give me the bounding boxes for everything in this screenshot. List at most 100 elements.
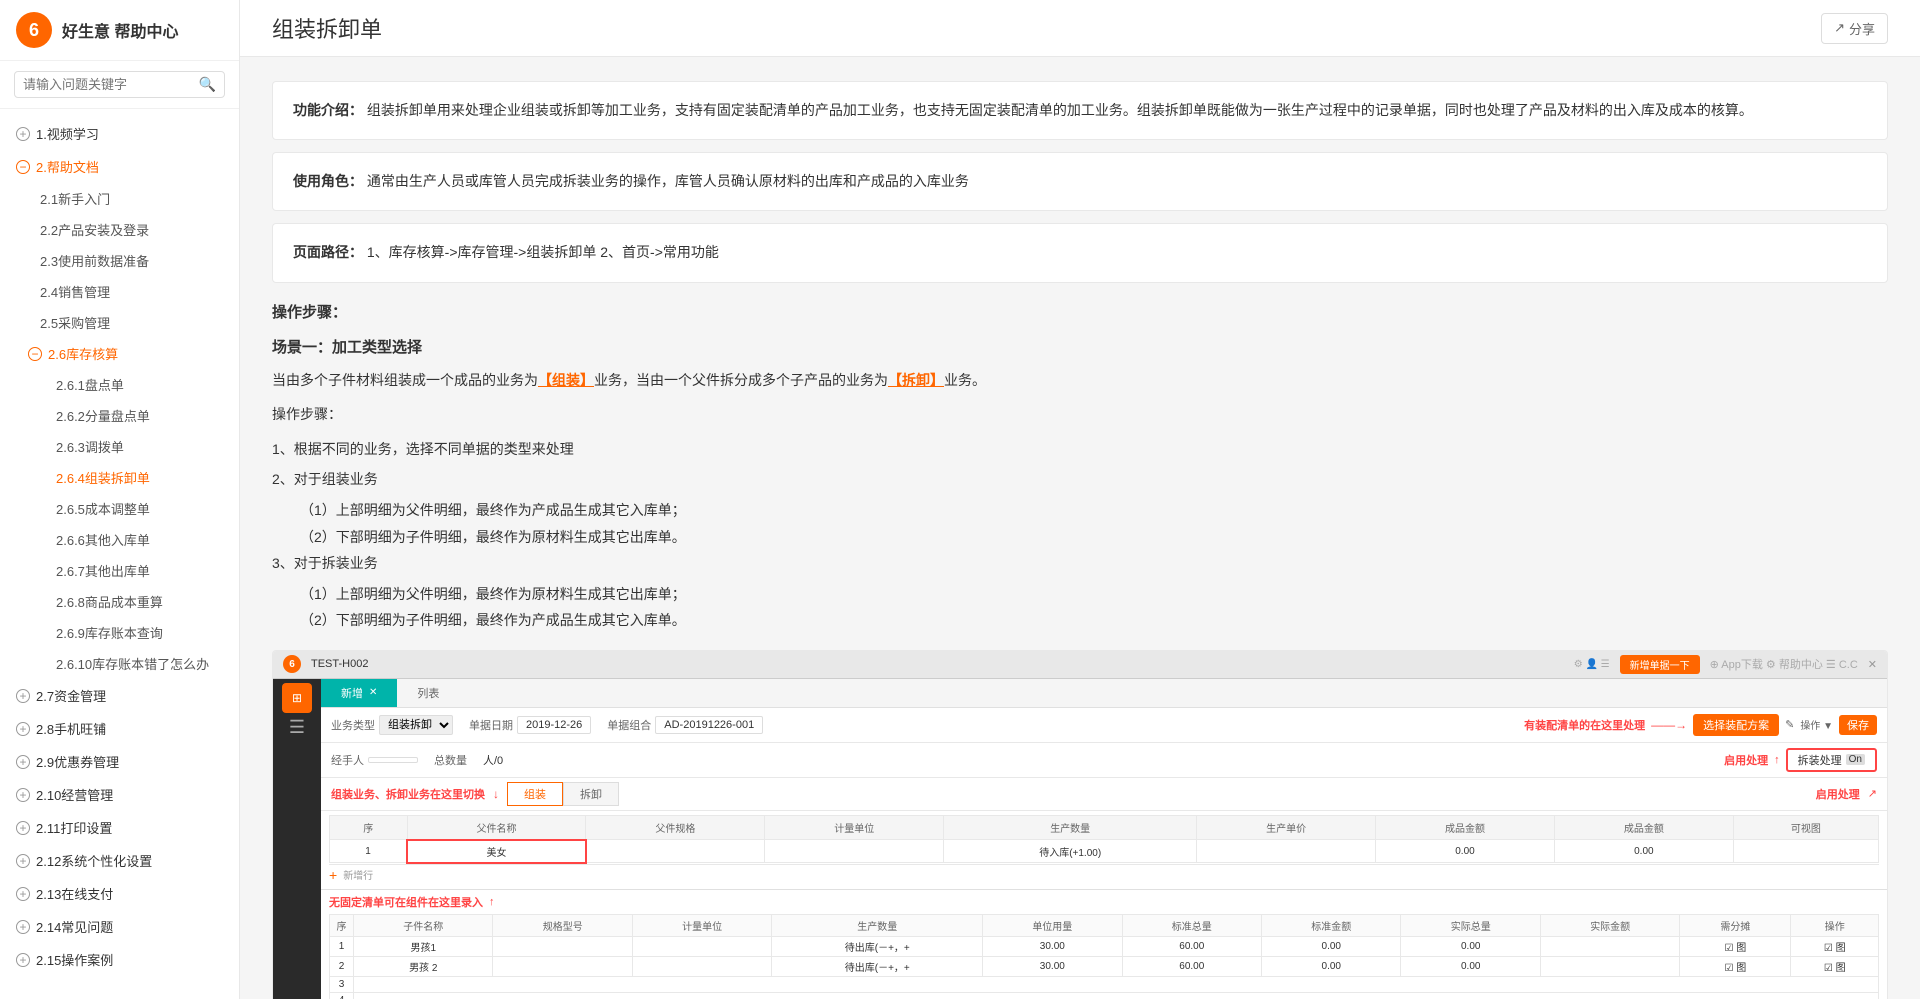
annotation3b: 启用处理 — [1816, 786, 1860, 802]
th-parent-name: 父件名称 — [407, 815, 586, 840]
sidebar-subitem-install[interactable]: 2.2产品安装及登录 — [0, 214, 239, 245]
tab-close[interactable]: ✕ — [369, 687, 377, 698]
logo-icon: 6 — [16, 12, 52, 48]
qty-value: 人/0 — [483, 752, 503, 768]
sub-td-act: ☑ 图 — [1791, 956, 1879, 976]
sidebar-subitem-purchase[interactable]: 2.5采购管理 — [0, 307, 239, 338]
td-seq: 1 — [330, 840, 408, 863]
sidebar-item-label: 1.视频学习 — [36, 124, 99, 143]
sidebar-sub2-transfer[interactable]: 2.6.3调拨单 — [0, 431, 239, 462]
sidebar-item-video[interactable]: + 1.视频学习 — [0, 117, 239, 150]
sub-th-share: 需分摊 — [1680, 914, 1791, 936]
sub-table-row-empty: 3 — [330, 976, 1879, 992]
app-sidebar-nav: ⊞ ☰ 新增 ✕ 列表 — [273, 679, 1887, 999]
label: 2.6.5成本调整单 — [56, 499, 150, 518]
sidebar-sub2-stockquery[interactable]: 2.6.9库存账本查询 — [0, 617, 239, 648]
sidebar-item-custom[interactable]: + 2.12系统个性化设置 — [0, 844, 239, 877]
sidebar-subitem-sales[interactable]: 2.4销售管理 — [0, 276, 239, 307]
sub-table-area: 无固定清单可在组件在这里录入 ↑ 序 子件名称 规格型号 计量单位 — [321, 889, 1887, 999]
new-btn[interactable]: 新增单据一下 — [1620, 655, 1700, 674]
arrow-down: ↓ — [493, 787, 499, 801]
person-label: 经手人 — [331, 752, 364, 768]
sub-td-acttotal: 0.00 — [1401, 936, 1540, 956]
menu-icon[interactable]: ☰ — [289, 717, 305, 738]
sidebar-sub2-stocktake[interactable]: 2.6.1盘点单 — [0, 369, 239, 400]
sidebar-sub2-costcalc[interactable]: 2.6.8商品成本重算 — [0, 586, 239, 617]
home-icon[interactable]: ⊞ — [282, 683, 312, 713]
sidebar-sub2-costadjust[interactable]: 2.6.5成本调整单 — [0, 493, 239, 524]
tab-list[interactable]: 列表 — [397, 679, 459, 707]
label: 2.14常见问题 — [36, 917, 113, 936]
combo-value[interactable]: AD-20191226-001 — [655, 716, 763, 734]
window-close[interactable]: ✕ — [1868, 658, 1877, 671]
date-label: 单据日期 — [469, 717, 513, 733]
arrow-right2: ↗ — [1868, 787, 1877, 800]
plus-icon: + — [16, 689, 30, 703]
tab-assembly[interactable]: 组装 — [507, 782, 563, 806]
type-tabs: 组装 拆卸 — [507, 782, 619, 806]
feature-intro-block: 功能介绍： 组装拆卸单用来处理企业组装或拆卸等加工业务，支持有固定装配清单的产品… — [272, 81, 1888, 140]
sidebar-item-onlinepay[interactable]: + 2.13在线支付 — [0, 877, 239, 910]
app-left-icons: ⊞ ☰ — [273, 679, 321, 999]
role-block: 使用角色： 通常由生产人员或库管人员完成拆装业务的操作，库管人员确认原材料的出库… — [272, 152, 1888, 211]
sidebar-subitem-label: 2.2产品安装及登录 — [40, 220, 149, 239]
sidebar-sub2-assembly[interactable]: 2.6.4组装拆卸单 — [0, 462, 239, 493]
edit-icon[interactable]: ✎ — [1785, 718, 1794, 731]
arrow4: ↑ — [489, 896, 495, 908]
sidebar-item-finance[interactable]: + 2.7资金管理 — [0, 679, 239, 712]
btn-enable[interactable]: 拆装处理 On — [1786, 748, 1877, 772]
sidebar-item-ops[interactable]: + 2.10经营管理 — [0, 778, 239, 811]
tab-new[interactable]: 新增 ✕ — [321, 679, 397, 707]
sidebar-item-coupon[interactable]: + 2.9优惠券管理 — [0, 745, 239, 778]
add-icon[interactable]: + — [329, 867, 337, 883]
th-view: 可视图 — [1733, 815, 1878, 840]
label: 2.6.4组装拆卸单 — [56, 468, 150, 487]
person-input[interactable] — [368, 757, 418, 763]
sub-th-stdamt: 标准金额 — [1262, 914, 1401, 936]
steps-label: 操作步骤： — [272, 401, 1888, 428]
search-input-wrap[interactable]: 🔍 — [14, 71, 225, 98]
sidebar-subsection-inventory[interactable]: − 2.6库存核算 — [0, 338, 239, 369]
sidebar-subitem-newbie[interactable]: 2.1新手入门 — [0, 183, 239, 214]
date-value[interactable]: 2019-12-26 — [517, 716, 591, 734]
sidebar-item-faq[interactable]: + 2.14常见问题 — [0, 910, 239, 943]
search-input[interactable] — [23, 77, 199, 92]
main: 组装拆卸单 ↗ 分享 功能介绍： 组装拆卸单用来处理企业组装或拆卸等加工业务，支… — [240, 0, 1920, 999]
sidebar-item-mobile[interactable]: + 2.8手机旺铺 — [0, 712, 239, 745]
sub-td-actamt — [1540, 956, 1679, 976]
tab-disassembly[interactable]: 拆卸 — [563, 782, 619, 806]
step1: 1、根据不同的业务，选择不同单据的类型来处理 — [272, 436, 1888, 463]
label: 2.7资金管理 — [36, 686, 106, 705]
sub-td-share: ☑ 图 — [1680, 936, 1791, 956]
step3-1: （1）上部明细为父件明细，最终作为原材料生成其它出库单； — [272, 581, 1888, 608]
role-label: 使用角色： — [293, 173, 363, 189]
screenshot-wrap: 6 TEST-H002 ⚙ 👤 ☰ 新增单据一下 ⊕ App下载 ⚙ 帮助中心 … — [273, 651, 1887, 999]
type-switch-row: 组装业务、拆卸业务在这里切换 ↓ 组装 拆卸 启用处理 ↗ — [321, 778, 1887, 811]
share-label: 分享 — [1849, 19, 1875, 38]
sidebar-item-cases[interactable]: + 2.15操作案例 — [0, 943, 239, 976]
minus-icon: − — [16, 160, 30, 174]
share-icon: ↗ — [1834, 20, 1845, 36]
sidebar-item-print[interactable]: + 2.11打印设置 — [0, 811, 239, 844]
sub-table-row: 1 男孩1 待出库(－+，+ 30.00 60.00 0.00 0.00 — [330, 936, 1879, 956]
plus-icon: + — [16, 920, 30, 934]
th-finished-amt2: 成品金额 — [1554, 815, 1733, 840]
sidebar-item-help[interactable]: − 2.帮助文档 — [0, 150, 239, 183]
label: 2.6.1盘点单 — [56, 375, 124, 394]
plus-icon: + — [16, 953, 30, 967]
th-finished-amt: 成品金额 — [1376, 815, 1555, 840]
save-btn[interactable]: 保存 — [1839, 715, 1877, 735]
step2-2: （2）下部明细为子件明细，最终作为原材料生成其它出库单。 — [272, 524, 1888, 551]
form-group-type: 业务类型 组装拆卸 — [331, 715, 453, 735]
sub-td-stdtotal: 60.00 — [1122, 956, 1261, 976]
sidebar-sub2-partialstocktake[interactable]: 2.6.2分量盘点单 — [0, 400, 239, 431]
share-button[interactable]: ↗ 分享 — [1821, 13, 1888, 44]
btn-select-plan[interactable]: 选择装配方案 — [1693, 714, 1779, 736]
type-select[interactable]: 组装拆卸 — [379, 715, 453, 735]
sidebar-sub2-otherin[interactable]: 2.6.6其他入库单 — [0, 524, 239, 555]
search-icon[interactable]: 🔍 — [199, 76, 216, 93]
sub-td-share: ☑ 图 — [1680, 956, 1791, 976]
sidebar-sub2-otherout[interactable]: 2.6.7其他出库单 — [0, 555, 239, 586]
sidebar-sub2-stockerror[interactable]: 2.6.10库存账本错了怎么办 — [0, 648, 239, 679]
sidebar-subitem-dataprep[interactable]: 2.3使用前数据准备 — [0, 245, 239, 276]
